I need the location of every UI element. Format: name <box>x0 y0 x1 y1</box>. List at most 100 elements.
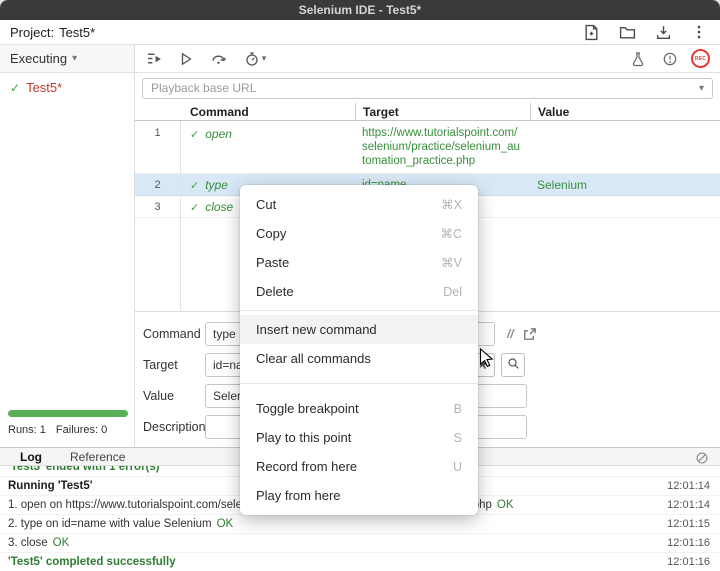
rec-label: REC <box>695 56 706 62</box>
log-entry: 2. type on id=name with value Selenium O… <box>0 515 720 534</box>
run-current-test-button[interactable] <box>175 48 197 70</box>
step-over-button[interactable] <box>207 48 229 70</box>
view-selector-label: Executing <box>10 51 67 66</box>
menu-item-paste[interactable]: Paste ⌘V <box>240 248 478 277</box>
playback-base-url-input[interactable] <box>142 78 713 99</box>
value-cell: Selenium <box>530 178 720 192</box>
selenium-ide-window: Selenium IDE - Test5* Project: Test5* <box>0 0 720 571</box>
run-all-tests-button[interactable] <box>143 48 165 70</box>
file-plus-icon <box>583 24 600 41</box>
shortcut-label: ⌘C <box>440 226 462 241</box>
external-link-icon <box>522 327 537 342</box>
command-table-header: Command Target Value <box>135 103 720 121</box>
shortcut-label: B <box>454 402 462 416</box>
context-menu: Cut ⌘X Copy ⌘C Paste ⌘V Delete Del Inser… <box>240 185 478 515</box>
chevron-down-icon: ▾ <box>262 53 267 64</box>
stopwatch-icon <box>244 51 260 67</box>
command-cell: open <box>205 127 232 141</box>
menu-item-play-from-here[interactable]: Play from here <box>240 481 478 510</box>
search-icon <box>507 357 520 373</box>
chevron-down-icon: ▾ <box>699 83 704 94</box>
log-timestamp: 12:01:16 <box>659 556 710 568</box>
check-icon: ✓ <box>190 201 199 214</box>
progress-bar <box>8 410 128 417</box>
playback-base-url-row: ▾ <box>135 73 720 103</box>
chevron-down-icon: ▾ <box>72 53 77 64</box>
menu-item-copy[interactable]: Copy ⌘C <box>240 219 478 248</box>
log-entry: 3. close OK 12:01:16 <box>0 534 720 553</box>
clear-log-button[interactable] <box>694 450 710 466</box>
toolbar-right-group: REC <box>627 48 712 70</box>
save-project-button[interactable] <box>652 21 674 43</box>
view-selector-dropdown[interactable]: Executing ▾ <box>0 45 134 73</box>
run-summary: Runs: 1 Failures: 0 <box>8 424 107 436</box>
record-button[interactable]: REC <box>691 49 710 68</box>
check-icon: ✓ <box>10 81 20 95</box>
menu-item-delete[interactable]: Delete Del <box>240 277 478 306</box>
row-number: 2 <box>135 179 180 191</box>
project-label: Project: <box>10 25 54 40</box>
menu-separator <box>240 310 478 311</box>
value-field-label: Value <box>143 389 205 403</box>
tab-log[interactable]: Log <box>20 450 42 464</box>
ok-badge: OK <box>497 499 514 511</box>
menu-item-record-from-here[interactable]: Record from here U <box>240 452 478 481</box>
folder-icon <box>619 24 636 41</box>
menu-item-cut[interactable]: Cut ⌘X <box>240 190 478 219</box>
playlist-play-icon <box>146 50 163 67</box>
disable-breakpoints-button[interactable] <box>627 48 649 70</box>
target-field-label: Target <box>143 358 205 372</box>
tab-reference[interactable]: Reference <box>70 450 125 464</box>
project-header: Project: Test5* <box>0 20 720 45</box>
new-project-button[interactable] <box>580 21 602 43</box>
menu-item-insert-new-command[interactable]: Insert new command <box>240 315 478 344</box>
circle-slash-icon <box>695 451 709 465</box>
row-number: 3 <box>135 201 180 213</box>
open-project-button[interactable] <box>616 21 638 43</box>
runs-count: Runs: 1 <box>8 424 46 436</box>
command-cell: type <box>205 178 228 192</box>
log-timestamp: 12:01:14 <box>659 480 710 492</box>
sidebar: Executing ▾ ✓ Test5* Runs: 1 Failures: 0 <box>0 45 135 447</box>
log-entry: 'Test5' completed successfully 12:01:16 <box>0 553 720 571</box>
command-field-label: Command <box>143 327 205 341</box>
open-reference-button[interactable] <box>520 324 540 344</box>
header-actions <box>580 21 710 43</box>
column-header-value: Value <box>530 103 720 120</box>
exclamation-circle-icon <box>662 51 678 67</box>
shortcut-label: S <box>454 431 462 445</box>
menu-item-toggle-breakpoint[interactable]: Toggle breakpoint B <box>240 394 478 423</box>
ok-badge: OK <box>53 537 70 549</box>
log-timestamp: 12:01:15 <box>659 518 710 530</box>
menu-item-play-to-this-point[interactable]: Play to this point S <box>240 423 478 452</box>
comment-toggle-button[interactable]: // <box>505 327 516 341</box>
column-header-command: Command <box>180 105 355 119</box>
test-list-item[interactable]: ✓ Test5* <box>0 73 134 102</box>
check-icon: ✓ <box>190 128 199 141</box>
log-timestamp: 12:01:14 <box>659 499 710 511</box>
menu-separator <box>240 383 478 384</box>
shortcut-label: U <box>453 460 462 474</box>
check-icon: ✓ <box>190 179 199 192</box>
command-cell: close <box>205 200 233 214</box>
pause-on-exceptions-button[interactable] <box>659 48 681 70</box>
window-title: Selenium IDE - Test5* <box>299 3 421 17</box>
test-name: Test5* <box>26 80 62 95</box>
description-field-label: Description <box>143 420 205 434</box>
log-timestamp: 12:01:16 <box>659 537 710 549</box>
table-row[interactable]: 1 ✓ open https://www.tutorialspoint.com/… <box>135 121 720 174</box>
test-speed-button[interactable]: ▾ <box>239 48 271 70</box>
target-cell: https://www.tutorialspoint.com/selenium/… <box>355 126 530 168</box>
shortcut-label: Del <box>443 285 462 299</box>
failures-count: Failures: 0 <box>56 424 107 436</box>
step-over-icon <box>210 50 227 67</box>
ok-badge: OK <box>217 518 234 530</box>
titlebar: Selenium IDE - Test5* <box>0 0 720 20</box>
more-menu-button[interactable] <box>688 21 710 43</box>
project-title: Project: Test5* <box>10 25 95 40</box>
project-name: Test5* <box>59 25 95 40</box>
shortcut-label: ⌘V <box>441 255 462 270</box>
pointer-icon <box>477 357 490 373</box>
menu-item-clear-all-commands[interactable]: Clear all commands <box>240 344 478 373</box>
find-target-button[interactable] <box>501 353 525 377</box>
